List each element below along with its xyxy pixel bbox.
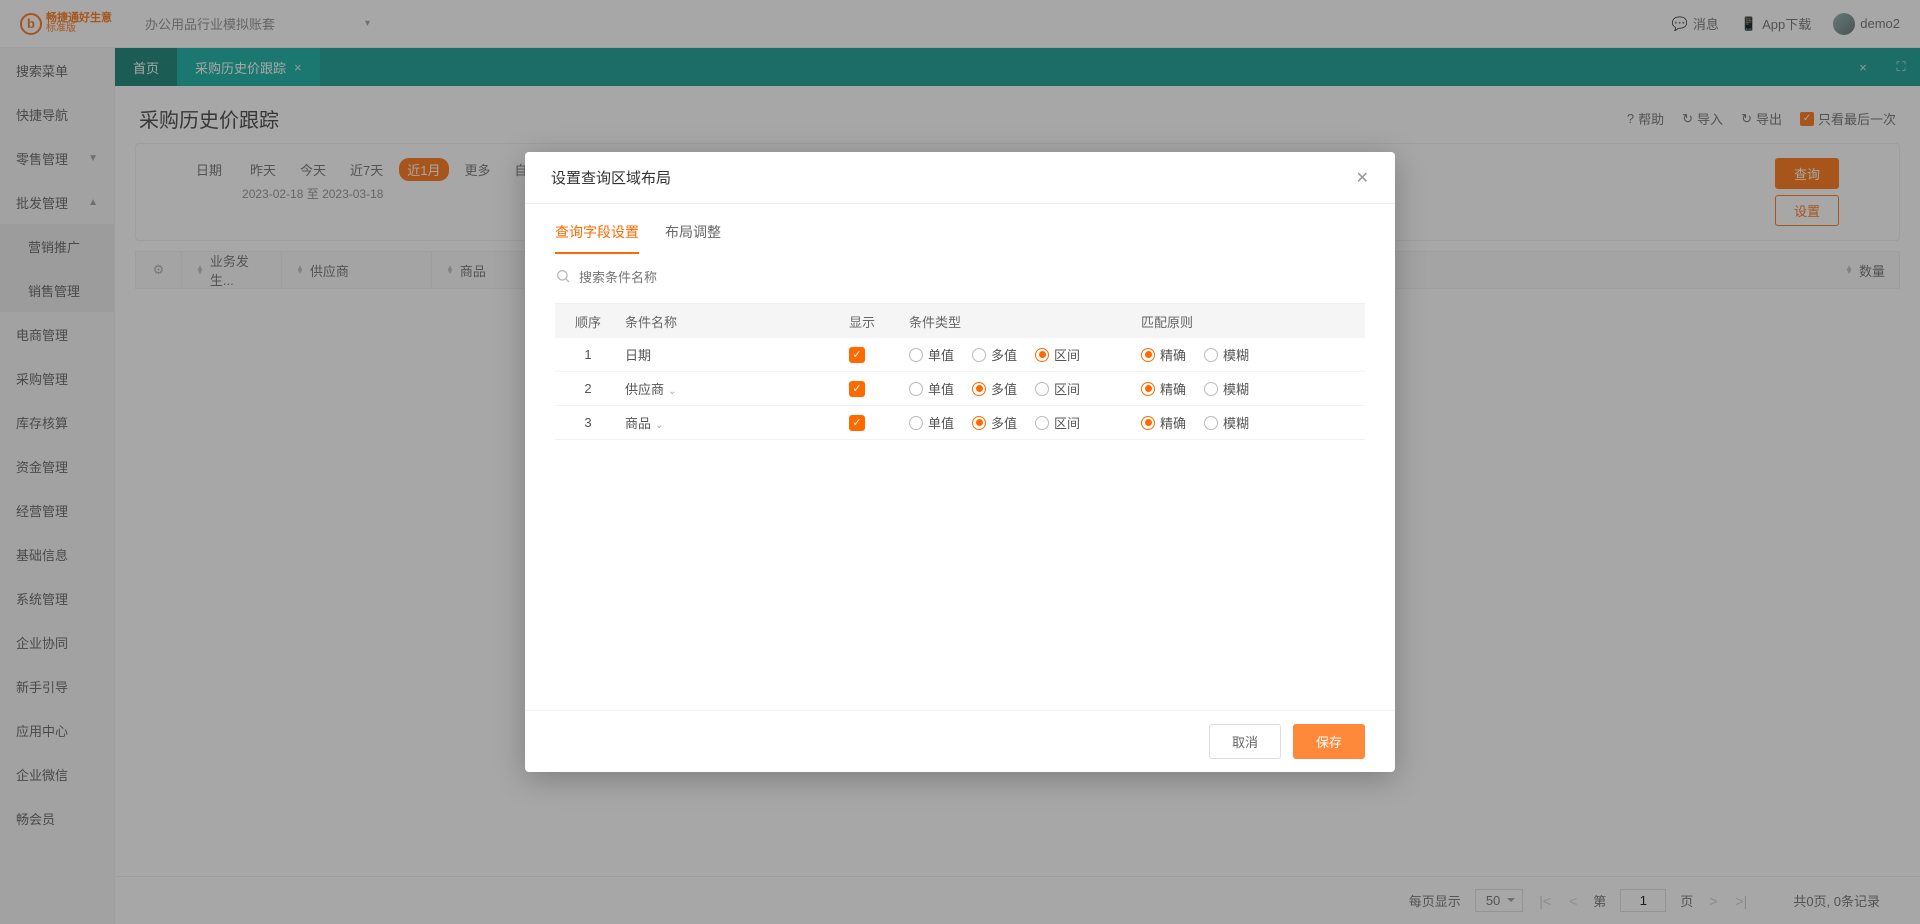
match-radio[interactable]: 模糊 bbox=[1204, 413, 1249, 432]
condition-name: 供应商 bbox=[625, 382, 664, 397]
match-radio[interactable]: 精确 bbox=[1141, 413, 1186, 432]
modal-close-button[interactable]: ✕ bbox=[1356, 168, 1369, 188]
type-radio-group: 单值 多值 区间 bbox=[909, 345, 1141, 364]
type-radio-group: 单值 多值 区间 bbox=[909, 379, 1141, 398]
match-radio[interactable]: 精确 bbox=[1141, 379, 1186, 398]
radio-icon bbox=[972, 416, 986, 430]
radio-label: 区间 bbox=[1054, 379, 1080, 398]
type-radio[interactable]: 多值 bbox=[972, 379, 1017, 398]
radio-icon bbox=[1204, 382, 1218, 396]
radio-icon bbox=[909, 416, 923, 430]
mh-match: 匹配原则 bbox=[1141, 312, 1365, 331]
mh-show: 显示 bbox=[849, 312, 909, 331]
condition-row: 1 日期 ✓ 单值 多值 区间 精确 模糊 bbox=[555, 338, 1365, 372]
radio-icon bbox=[909, 348, 923, 362]
type-radio[interactable]: 区间 bbox=[1035, 379, 1080, 398]
type-radio[interactable]: 单值 bbox=[909, 413, 954, 432]
radio-icon bbox=[972, 382, 986, 396]
show-checkbox[interactable]: ✓ bbox=[849, 381, 865, 397]
condition-name: 日期 bbox=[625, 348, 651, 363]
type-radio[interactable]: 区间 bbox=[1035, 345, 1080, 364]
radio-label: 区间 bbox=[1054, 345, 1080, 364]
modal-cancel-button[interactable]: 取消 bbox=[1209, 724, 1281, 759]
condition-name: 商品 bbox=[625, 416, 651, 431]
type-radio[interactable]: 多值 bbox=[972, 413, 1017, 432]
radio-label: 精确 bbox=[1160, 379, 1186, 398]
type-radio[interactable]: 区间 bbox=[1035, 413, 1080, 432]
radio-label: 模糊 bbox=[1223, 345, 1249, 364]
radio-label: 精确 bbox=[1160, 345, 1186, 364]
radio-label: 多值 bbox=[991, 413, 1017, 432]
modal-tab-fields[interactable]: 查询字段设置 bbox=[555, 222, 639, 254]
radio-icon bbox=[1141, 416, 1155, 430]
radio-icon bbox=[1035, 416, 1049, 430]
type-radio[interactable]: 单值 bbox=[909, 345, 954, 364]
radio-label: 模糊 bbox=[1223, 379, 1249, 398]
radio-label: 单值 bbox=[928, 379, 954, 398]
match-radio-group: 精确 模糊 bbox=[1141, 345, 1365, 364]
show-checkbox[interactable]: ✓ bbox=[849, 415, 865, 431]
radio-label: 精确 bbox=[1160, 413, 1186, 432]
mh-name: 条件名称 bbox=[621, 312, 849, 331]
radio-icon bbox=[972, 348, 986, 362]
match-radio[interactable]: 模糊 bbox=[1204, 379, 1249, 398]
type-radio-group: 单值 多值 区间 bbox=[909, 413, 1141, 432]
row-index: 3 bbox=[555, 415, 621, 430]
mh-type: 条件类型 bbox=[909, 312, 1141, 331]
modal-search bbox=[555, 264, 1365, 291]
radio-icon bbox=[1204, 348, 1218, 362]
radio-label: 单值 bbox=[928, 413, 954, 432]
type-radio[interactable]: 单值 bbox=[909, 379, 954, 398]
chevron-down-icon[interactable]: ⌄ bbox=[668, 386, 676, 397]
modal-tab-layout[interactable]: 布局调整 bbox=[665, 222, 721, 254]
mh-order: 顺序 bbox=[555, 312, 621, 331]
modal-title: 设置查询区域布局 bbox=[551, 167, 671, 188]
search-icon bbox=[555, 268, 571, 287]
radio-icon bbox=[909, 382, 923, 396]
query-layout-modal: 设置查询区域布局 ✕ 查询字段设置 布局调整 顺序 条件名称 显示 条件类型 匹… bbox=[525, 152, 1395, 772]
modal-save-button[interactable]: 保存 bbox=[1293, 724, 1365, 759]
radio-icon bbox=[1141, 348, 1155, 362]
modal-table-header: 顺序 条件名称 显示 条件类型 匹配原则 bbox=[555, 304, 1365, 338]
show-checkbox[interactable]: ✓ bbox=[849, 347, 865, 363]
type-radio[interactable]: 多值 bbox=[972, 345, 1017, 364]
radio-label: 多值 bbox=[991, 379, 1017, 398]
match-radio-group: 精确 模糊 bbox=[1141, 413, 1365, 432]
match-radio[interactable]: 精确 bbox=[1141, 345, 1186, 364]
radio-label: 多值 bbox=[991, 345, 1017, 364]
chevron-down-icon[interactable]: ⌄ bbox=[655, 420, 663, 431]
row-index: 1 bbox=[555, 347, 621, 362]
match-radio-group: 精确 模糊 bbox=[1141, 379, 1365, 398]
condition-search-input[interactable] bbox=[579, 264, 1365, 291]
row-index: 2 bbox=[555, 381, 621, 396]
radio-icon bbox=[1035, 348, 1049, 362]
radio-label: 单值 bbox=[928, 345, 954, 364]
radio-icon bbox=[1204, 416, 1218, 430]
radio-icon bbox=[1035, 382, 1049, 396]
radio-label: 模糊 bbox=[1223, 413, 1249, 432]
condition-row: 3 商品 ⌄ ✓ 单值 多值 区间 精确 模糊 bbox=[555, 406, 1365, 440]
modal-table: 顺序 条件名称 显示 条件类型 匹配原则 1日期✓单值多值区间精确模糊2供应商⌄… bbox=[555, 303, 1365, 440]
condition-row: 2 供应商 ⌄ ✓ 单值 多值 区间 精确 模糊 bbox=[555, 372, 1365, 406]
radio-icon bbox=[1141, 382, 1155, 396]
match-radio[interactable]: 模糊 bbox=[1204, 345, 1249, 364]
radio-label: 区间 bbox=[1054, 413, 1080, 432]
